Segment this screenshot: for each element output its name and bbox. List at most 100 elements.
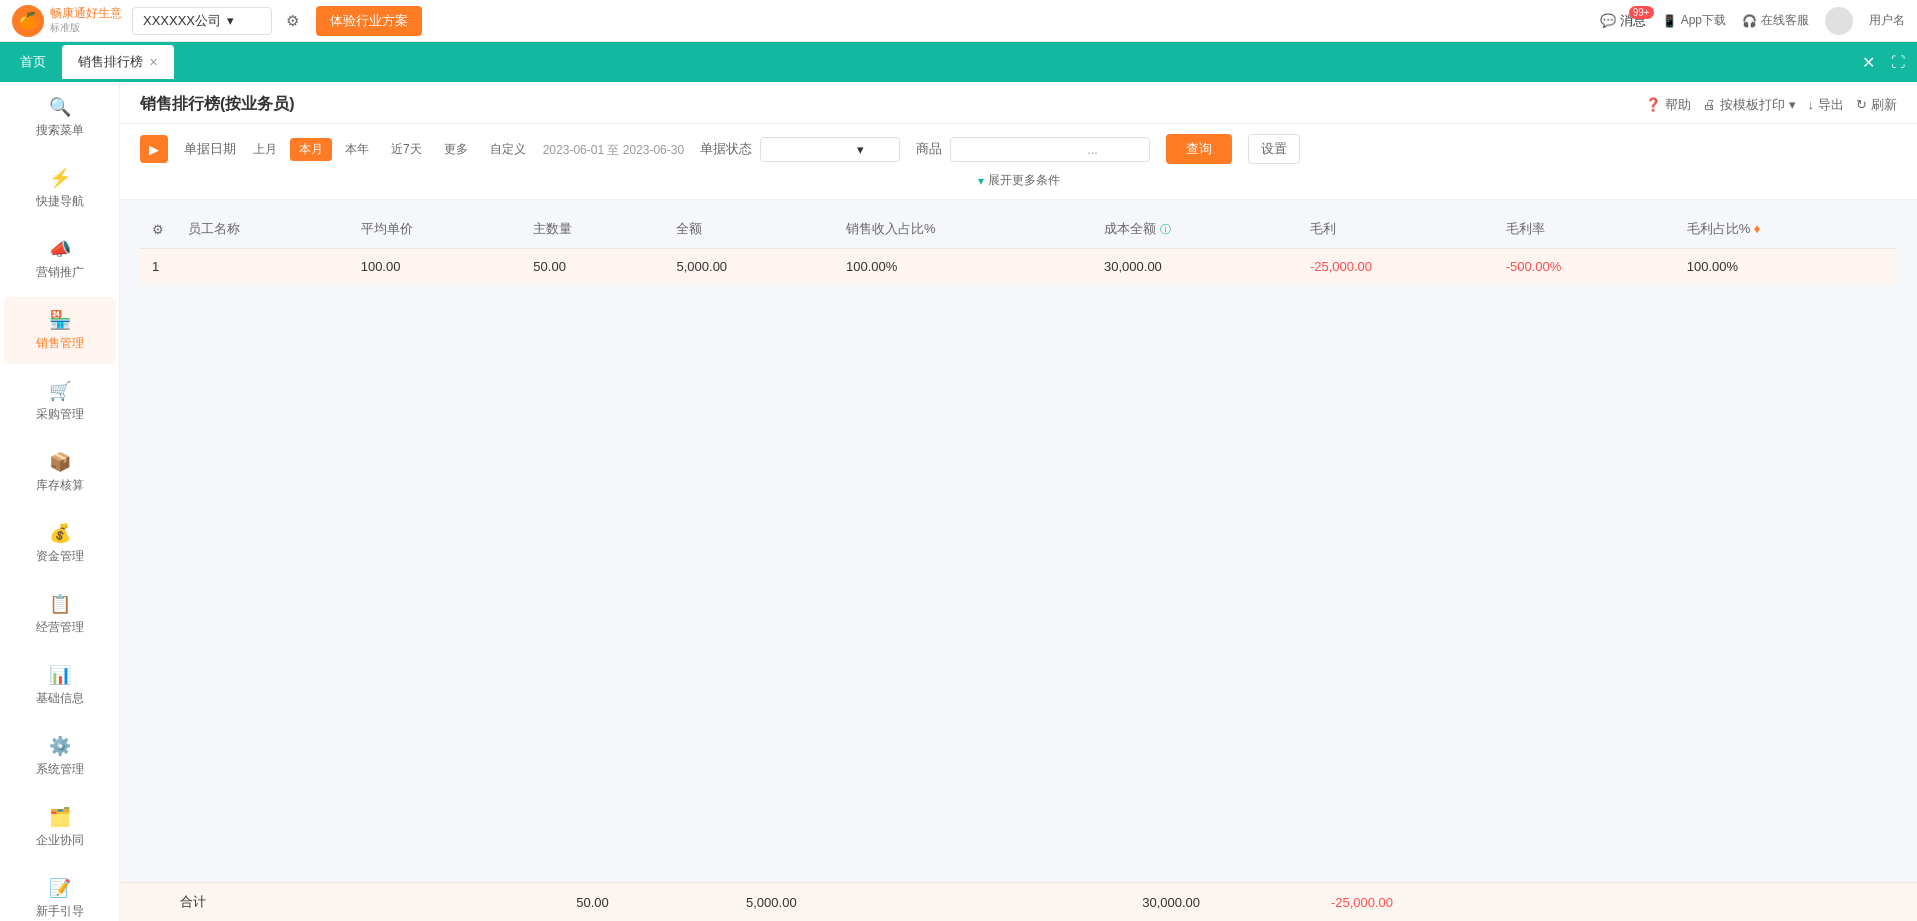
sidebar-item-sales[interactable]: 🏪 销售管理 bbox=[4, 297, 115, 364]
date-filter-label: 单据日期 bbox=[184, 140, 236, 158]
clipboard-icon: 📋 bbox=[49, 593, 71, 615]
date-tab-this-month[interactable]: 本月 bbox=[290, 138, 332, 161]
sidebar-label-marketing: 营销推广 bbox=[36, 264, 84, 281]
tab-bar: 首页 销售排行榜 ✕ ✕ ⛶ bbox=[0, 42, 1917, 82]
store-icon: 🏪 bbox=[49, 309, 71, 331]
online-service-button[interactable]: 🎧 在线客服 bbox=[1742, 12, 1809, 29]
date-tab-this-year[interactable]: 本年 bbox=[336, 138, 378, 161]
notification-button[interactable]: 💬 消息 99+ bbox=[1600, 12, 1646, 30]
status-filter-group: 单据状态 ▾ bbox=[700, 137, 900, 162]
filter-bar: ▶ 单据日期 上月 本月 本年 近7天 更多 自定义 2023-06-01 至 … bbox=[120, 124, 1917, 200]
sidebar-item-inventory[interactable]: 📦 库存核算 bbox=[4, 439, 115, 506]
logo-icon: 🍊 bbox=[12, 5, 44, 37]
sidebar-label-enterprise: 企业协同 bbox=[36, 832, 84, 849]
sidebar-label-guide: 新手引导 bbox=[36, 903, 84, 920]
date-tab-more[interactable]: 更多 bbox=[435, 138, 477, 161]
app-download-button[interactable]: 📱 App下载 bbox=[1662, 12, 1726, 29]
sidebar-item-search[interactable]: 🔍 搜索菜单 bbox=[4, 84, 115, 151]
status-chevron-icon: ▾ bbox=[857, 142, 864, 157]
footer-table: 合计 50.00 5,000.00 30,000.00 -25,000.00 bbox=[140, 893, 1897, 911]
table-footer: 合计 50.00 5,000.00 30,000.00 -25,000.00 bbox=[120, 882, 1917, 921]
headset-icon: 🎧 bbox=[1742, 14, 1757, 28]
home-tab-label: 首页 bbox=[20, 53, 46, 71]
logo: 🍊 畅康通好生意 标准版 bbox=[12, 5, 132, 37]
date-tab-custom[interactable]: 自定义 bbox=[481, 138, 535, 161]
refresh-icon: ↻ bbox=[1856, 97, 1867, 112]
sidebar-label-finance: 资金管理 bbox=[36, 548, 84, 565]
online-service-label: 在线客服 bbox=[1761, 12, 1809, 29]
print-button[interactable]: 🖨 按模板打印 ▾ bbox=[1703, 96, 1796, 114]
date-tab-last-month[interactable]: 上月 bbox=[244, 138, 286, 161]
settings-button[interactable]: 设置 bbox=[1248, 134, 1300, 164]
sidebar-item-enterprise[interactable]: 🗂️ 企业协同 bbox=[4, 794, 115, 861]
content-area: 销售排行榜(按业务员) ❓ 帮助 🖨 按模板打印 ▾ ↓ 导出 ↻ 刷新 bbox=[120, 82, 1917, 921]
print-chevron-icon: ▾ bbox=[1789, 97, 1796, 112]
col-settings-icon[interactable]: ⚙ bbox=[140, 210, 176, 249]
phone-icon: 📱 bbox=[1662, 14, 1677, 28]
megaphone-icon: 📣 bbox=[49, 238, 71, 260]
sales-tab-label: 销售排行榜 bbox=[78, 53, 143, 71]
tab-close-icon[interactable]: ✕ bbox=[149, 56, 158, 69]
logo-sub: 标准版 bbox=[50, 21, 122, 35]
page-title: 销售排行榜(按业务员) bbox=[140, 94, 295, 115]
page-actions: ❓ 帮助 🖨 按模板打印 ▾ ↓ 导出 ↻ 刷新 bbox=[1645, 96, 1898, 114]
sidebar-item-guide[interactable]: 📝 新手引导 bbox=[4, 865, 115, 921]
footer-label: 合计 bbox=[180, 893, 406, 911]
footer-avg-price bbox=[406, 893, 576, 911]
footer-gross: -25,000.00 bbox=[1331, 893, 1520, 911]
guide-icon: 📝 bbox=[49, 877, 71, 899]
sidebar-item-shortcuts[interactable]: ⚡ 快捷导航 bbox=[4, 155, 115, 222]
filter-toggle-button[interactable]: ▶ bbox=[140, 135, 168, 163]
tab-bar-expand-button[interactable]: ⛶ bbox=[1883, 46, 1913, 78]
search-button[interactable]: 查询 bbox=[1166, 134, 1232, 164]
col-header-amount: 全额 bbox=[664, 210, 834, 249]
goods-more-icon: ... bbox=[1087, 142, 1098, 157]
col-header-avg-price: 平均单价 bbox=[349, 210, 522, 249]
footer-gross-pct bbox=[1708, 893, 1897, 911]
folder-icon: 🗂️ bbox=[49, 806, 71, 828]
refresh-button[interactable]: ↻ 刷新 bbox=[1856, 96, 1897, 114]
sidebar-item-finance[interactable]: 💰 资金管理 bbox=[4, 510, 115, 577]
chevron-down-expand-icon: ▾ bbox=[978, 174, 984, 188]
sidebar-item-operations[interactable]: 📋 经营管理 bbox=[4, 581, 115, 648]
export-button[interactable]: ↓ 导出 bbox=[1808, 96, 1845, 114]
trial-button[interactable]: 体验行业方案 bbox=[316, 6, 422, 36]
cell-cost: 30,000.00 bbox=[1092, 249, 1298, 285]
sidebar: 🔍 搜索菜单 ⚡ 快捷导航 📣 营销推广 🏪 销售管理 🛒 采购管理 📦 库存核… bbox=[0, 82, 120, 921]
goods-input[interactable]: ... bbox=[950, 137, 1150, 162]
cell-name bbox=[176, 249, 349, 285]
cell-sales-pct: 100.00% bbox=[834, 249, 1092, 285]
sidebar-item-marketing[interactable]: 📣 营销推广 bbox=[4, 226, 115, 293]
logo-text: 畅康通好生意 bbox=[50, 6, 122, 20]
tab-home[interactable]: 首页 bbox=[4, 45, 62, 79]
cell-rank: 1 bbox=[140, 249, 176, 285]
footer-sales-pct bbox=[935, 893, 1143, 911]
gear-button[interactable]: ⚙ bbox=[278, 7, 306, 35]
col-header-gross: 毛利 bbox=[1298, 210, 1494, 249]
data-table: ⚙ 员工名称 平均单价 主数量 全额 销售收入占比% 成本全额 ⓘ 毛利 毛利率… bbox=[140, 210, 1897, 285]
filter-row-1: ▶ 单据日期 上月 本月 本年 近7天 更多 自定义 2023-06-01 至 … bbox=[140, 134, 1897, 164]
col-header-gross-rate: 毛利率 bbox=[1494, 210, 1675, 249]
cell-amount: 5,000.00 bbox=[664, 249, 834, 285]
status-select[interactable]: ▾ bbox=[760, 137, 900, 162]
col-header-qty: 主数量 bbox=[521, 210, 664, 249]
date-tab-7days[interactable]: 近7天 bbox=[382, 138, 431, 161]
footer-qty: 50.00 bbox=[576, 893, 746, 911]
sidebar-item-system[interactable]: ⚙️ 系统管理 bbox=[4, 723, 115, 790]
table-header-row: ⚙ 员工名称 平均单价 主数量 全额 销售收入占比% 成本全额 ⓘ 毛利 毛利率… bbox=[140, 210, 1897, 249]
page-header: 销售排行榜(按业务员) ❓ 帮助 🖨 按模板打印 ▾ ↓ 导出 ↻ 刷新 bbox=[120, 82, 1917, 124]
col-header-gross-pct: 毛利占比% ♦ bbox=[1675, 210, 1897, 249]
footer-cost: 30,000.00 bbox=[1142, 893, 1331, 911]
main-layout: 🔍 搜索菜单 ⚡ 快捷导航 📣 营销推广 🏪 销售管理 🛒 采购管理 📦 库存核… bbox=[0, 82, 1917, 921]
company-selector[interactable]: XXXXXX公司 ▾ bbox=[132, 7, 272, 35]
print-icon: 🖨 bbox=[1703, 97, 1716, 112]
expand-label: 展开更多条件 bbox=[988, 172, 1060, 189]
avatar[interactable] bbox=[1825, 7, 1853, 35]
tab-sales-ranking[interactable]: 销售排行榜 ✕ bbox=[62, 45, 174, 79]
help-button[interactable]: ❓ 帮助 bbox=[1645, 96, 1691, 114]
sidebar-item-basic-info[interactable]: 📊 基础信息 bbox=[4, 652, 115, 719]
sidebar-item-purchase[interactable]: 🛒 采购管理 bbox=[4, 368, 115, 435]
sidebar-label-purchase: 采购管理 bbox=[36, 406, 84, 423]
tab-bar-close-button[interactable]: ✕ bbox=[1854, 45, 1883, 80]
expand-conditions-button[interactable]: ▾ 展开更多条件 bbox=[140, 172, 1897, 189]
